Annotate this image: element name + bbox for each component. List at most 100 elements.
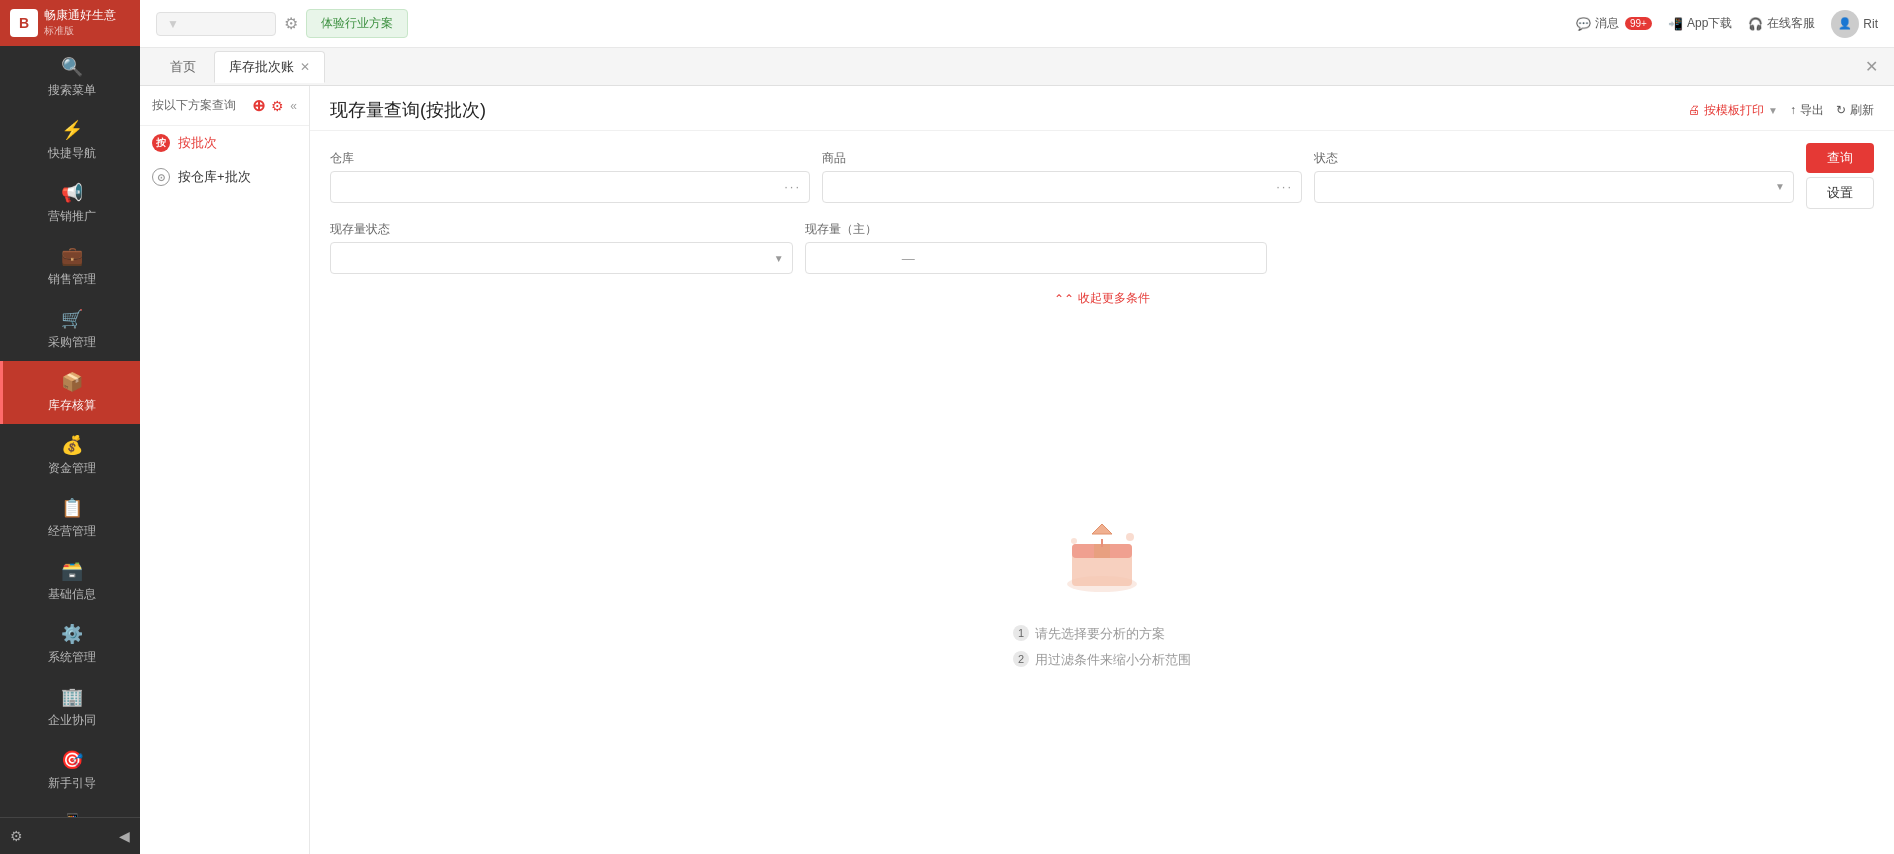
inventory-icon: 📦 bbox=[61, 371, 83, 393]
scheme-collapse-button[interactable]: « bbox=[290, 99, 297, 113]
scheme-add-button[interactable]: ⊕ bbox=[252, 96, 265, 115]
empty-svg bbox=[1052, 509, 1152, 609]
sidebar-item-marketing[interactable]: 📢 营销推广 bbox=[0, 172, 140, 235]
scheme-settings-button[interactable]: ⚙ bbox=[271, 98, 284, 114]
topbar-right: 💬 消息 99+ 📲 App下载 🎧 在线客服 👤 Rit bbox=[1576, 10, 1878, 38]
user-avatar-button[interactable]: 👤 Rit bbox=[1831, 10, 1878, 38]
sidebar-item-apps[interactable]: 📱 应用中心 bbox=[0, 802, 140, 817]
empty-tips: 1 请先选择要分析的方案 2 用过滤条件来缩小分析范围 bbox=[1013, 625, 1191, 669]
inventory-qty-label: 现存量（主） bbox=[805, 221, 1268, 238]
filter-warehouse: 仓库 ··· bbox=[330, 150, 810, 203]
print-template-button[interactable]: 🖨 按模板打印 ▼ bbox=[1688, 102, 1778, 119]
svg-point-6 bbox=[1126, 533, 1134, 541]
filter-row-2: 现存量状态 ▼ 现存量（主） — bbox=[330, 221, 1874, 274]
print-icon: 🖨 bbox=[1688, 103, 1700, 117]
avatar-initials: 👤 bbox=[1838, 17, 1852, 30]
app-name: 畅康通好生意 bbox=[44, 8, 116, 24]
print-dropdown-icon[interactable]: ▼ bbox=[1768, 105, 1778, 116]
warehouse-dots[interactable]: ··· bbox=[784, 179, 801, 194]
app-edition: 标准版 bbox=[44, 24, 116, 38]
export-button[interactable]: ↑ 导出 bbox=[1790, 102, 1824, 119]
message-button[interactable]: 💬 消息 99+ bbox=[1576, 15, 1652, 32]
warehouse-input[interactable]: ··· bbox=[330, 171, 810, 203]
newbie-icon: 🎯 bbox=[61, 749, 83, 771]
tab-inventory-batch-label: 库存批次账 bbox=[229, 58, 294, 76]
sidebar-label-search: 搜索菜单 bbox=[48, 82, 96, 99]
scheme-active-icon: 按 bbox=[152, 134, 170, 152]
filter-row-1: 仓库 ··· 商品 ··· 状态 bbox=[330, 143, 1874, 209]
filter-section: 仓库 ··· 商品 ··· 状态 bbox=[310, 131, 1894, 323]
sidebar-label-newbie: 新手引导 bbox=[48, 775, 96, 792]
refresh-button[interactable]: ↻ 刷新 bbox=[1836, 102, 1874, 119]
message-badge: 99+ bbox=[1625, 17, 1652, 30]
product-dots[interactable]: ··· bbox=[1276, 179, 1293, 194]
sidebar-app-info: 畅康通好生意 标准版 bbox=[44, 8, 116, 38]
range-dash: — bbox=[902, 251, 915, 266]
sidebar-item-search[interactable]: 🔍 搜索菜单 bbox=[0, 46, 140, 109]
sidebar-item-enterprise[interactable]: 🏢 企业协同 bbox=[0, 676, 140, 739]
sidebar-header: B 畅康通好生意 标准版 bbox=[0, 0, 140, 46]
sidebar-item-sales[interactable]: 💼 销售管理 bbox=[0, 235, 140, 298]
online-service-label: 在线客服 bbox=[1767, 15, 1815, 32]
inventory-qty-range[interactable]: — bbox=[805, 242, 1268, 274]
scheme-label-by-warehouse-batch: 按仓库+批次 bbox=[178, 168, 251, 186]
topbar: ▼ ⚙ 体验行业方案 💬 消息 99+ 📲 App下载 🎧 在线客服 👤 bbox=[140, 0, 1894, 48]
sidebar-collapse-button[interactable]: ◀ bbox=[119, 828, 130, 844]
username-label: Rit bbox=[1863, 17, 1878, 31]
sidebar-item-operations[interactable]: 📋 经营管理 bbox=[0, 487, 140, 550]
search-box-icon: ▼ bbox=[167, 17, 179, 31]
status-select[interactable]: ▼ bbox=[1314, 171, 1794, 203]
svg-marker-5 bbox=[1092, 524, 1112, 534]
settings-button[interactable]: 设置 bbox=[1806, 177, 1874, 209]
app-download-label: App下载 bbox=[1687, 15, 1732, 32]
scheme-inactive-icon: ⊙ bbox=[152, 168, 170, 186]
status-arrow: ▼ bbox=[1775, 181, 1785, 192]
avatar: 👤 bbox=[1831, 10, 1859, 38]
gear-icon[interactable]: ⚙ bbox=[284, 14, 298, 33]
scheme-item-by-warehouse-batch[interactable]: ⊙ 按仓库+批次 bbox=[140, 160, 309, 194]
service-icon: 🎧 bbox=[1748, 17, 1763, 31]
warehouse-label: 仓库 bbox=[330, 150, 810, 167]
tab-home[interactable]: 首页 bbox=[156, 52, 210, 82]
status-label: 状态 bbox=[1314, 150, 1794, 167]
filter-status: 状态 ▼ bbox=[1314, 150, 1794, 203]
sidebar-label-finance: 资金管理 bbox=[48, 460, 96, 477]
sidebar-footer: ⚙ ◀ bbox=[0, 817, 140, 854]
scheme-item-by-batch[interactable]: 按 按批次 bbox=[140, 126, 309, 160]
tab-close-icon[interactable]: ✕ bbox=[300, 60, 310, 74]
inventory-qty-max[interactable] bbox=[923, 251, 1003, 266]
topbar-search-box[interactable]: ▼ bbox=[156, 12, 276, 36]
export-label: 导出 bbox=[1800, 102, 1824, 119]
sidebar-item-system[interactable]: ⚙️ 系统管理 bbox=[0, 613, 140, 676]
sidebar-item-purchase[interactable]: 🛒 采购管理 bbox=[0, 298, 140, 361]
sidebar-settings-button[interactable]: ⚙ bbox=[10, 828, 23, 844]
product-input[interactable]: ··· bbox=[822, 171, 1302, 203]
sidebar-item-basics[interactable]: 🗃️ 基础信息 bbox=[0, 550, 140, 613]
inventory-status-select[interactable]: ▼ bbox=[330, 242, 793, 274]
scheme-panel-actions: ⊕ ⚙ « bbox=[252, 96, 297, 115]
system-icon: ⚙️ bbox=[61, 623, 83, 645]
empty-tip-1: 1 请先选择要分析的方案 bbox=[1013, 625, 1191, 643]
refresh-label: 刷新 bbox=[1850, 102, 1874, 119]
app-download-button[interactable]: 📲 App下载 bbox=[1668, 15, 1732, 32]
inventory-status-label: 现存量状态 bbox=[330, 221, 793, 238]
sidebar-label-sales: 销售管理 bbox=[48, 271, 96, 288]
collapse-row[interactable]: ⌃⌃ 收起更多条件 bbox=[330, 286, 1874, 311]
sidebar-item-newbie[interactable]: 🎯 新手引导 bbox=[0, 739, 140, 802]
operations-icon: 📋 bbox=[61, 497, 83, 519]
quicknav-icon: ⚡ bbox=[61, 119, 83, 141]
trial-button[interactable]: 体验行业方案 bbox=[306, 9, 408, 38]
collapse-up-icon: ⌃⌃ bbox=[1054, 292, 1074, 306]
enterprise-icon: 🏢 bbox=[61, 686, 83, 708]
sidebar-item-inventory[interactable]: 📦 库存核算 bbox=[0, 361, 140, 424]
query-button[interactable]: 查询 bbox=[1806, 143, 1874, 173]
sidebar-item-quicknav[interactable]: ⚡ 快捷导航 bbox=[0, 109, 140, 172]
online-service-button[interactable]: 🎧 在线客服 bbox=[1748, 15, 1815, 32]
sidebar-label-inventory: 库存核算 bbox=[48, 397, 96, 414]
sidebar-item-finance[interactable]: 💰 资金管理 bbox=[0, 424, 140, 487]
empty-tip-2: 2 用过滤条件来缩小分析范围 bbox=[1013, 651, 1191, 669]
panel-close-button[interactable]: ✕ bbox=[1865, 57, 1878, 76]
inventory-qty-min[interactable] bbox=[814, 251, 894, 266]
title-actions: 🖨 按模板打印 ▼ ↑ 导出 ↻ 刷新 bbox=[1688, 102, 1874, 119]
tab-inventory-batch[interactable]: 库存批次账 ✕ bbox=[214, 51, 325, 83]
